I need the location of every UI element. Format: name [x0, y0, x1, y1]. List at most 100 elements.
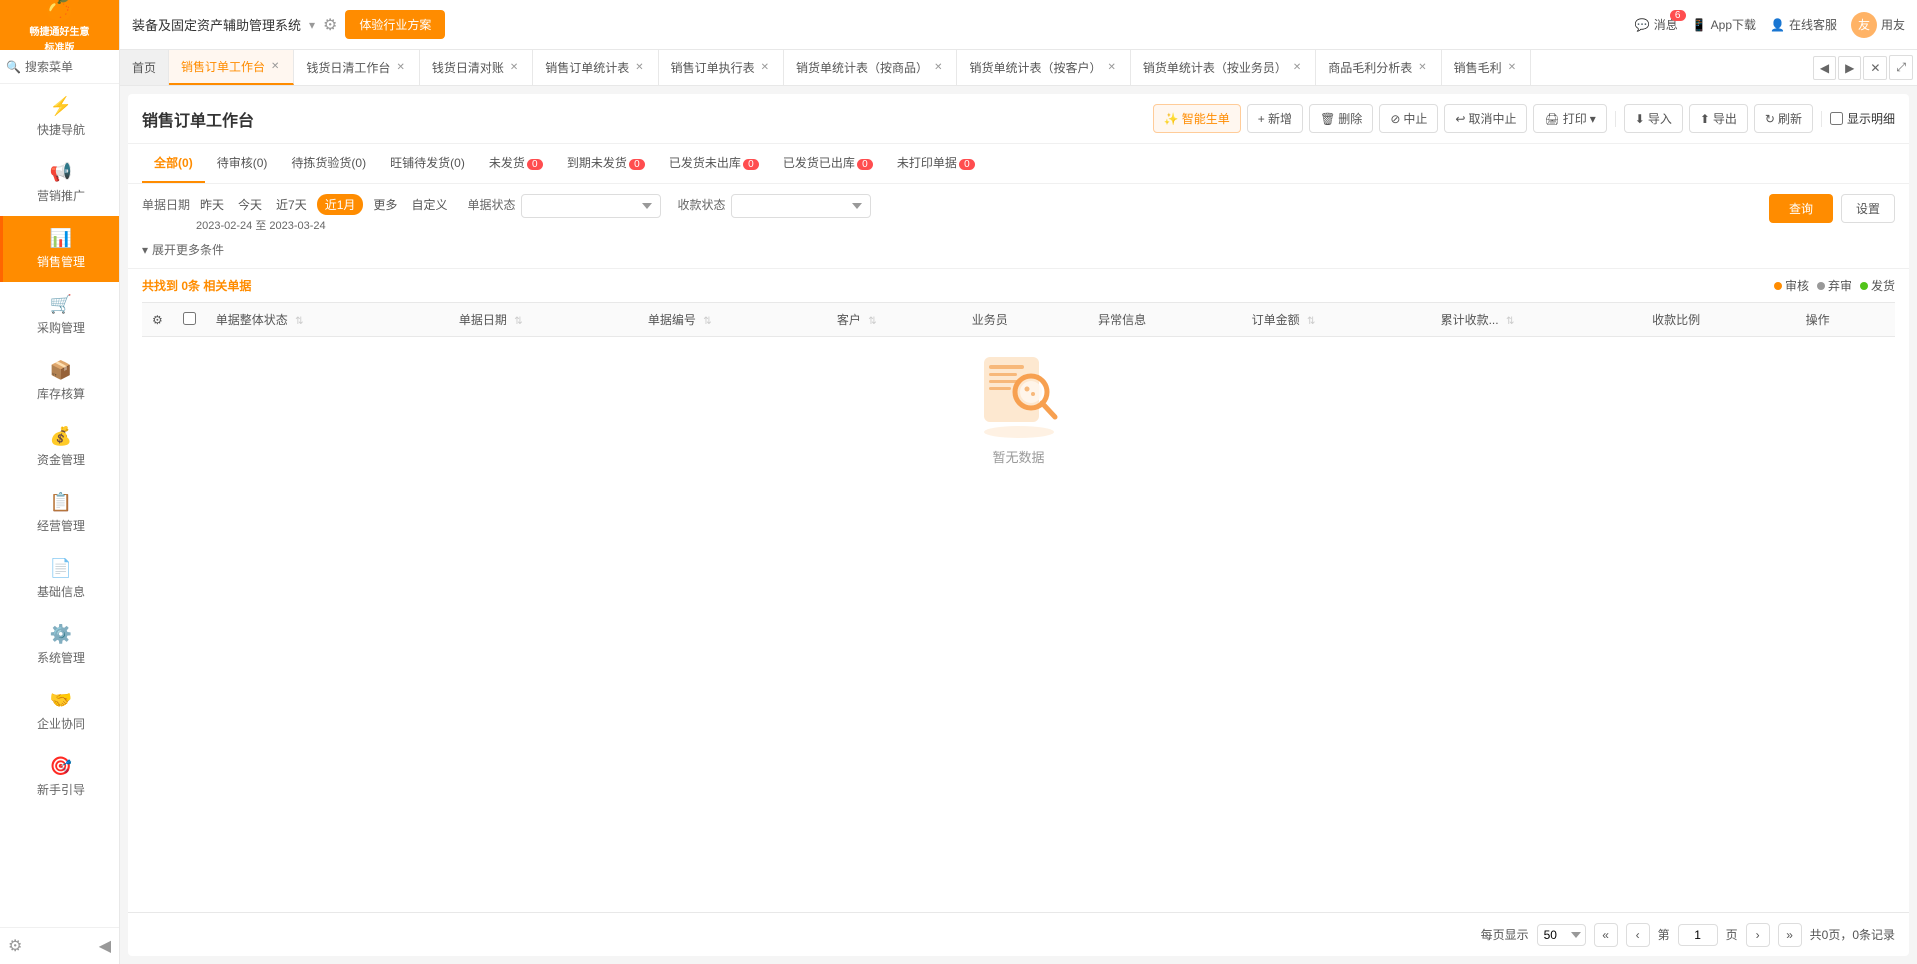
tab-sales-order-stats[interactable]: 销售订单统计表 ✕ — [533, 50, 658, 85]
tab-product-margin-close[interactable]: ✕ — [1416, 61, 1428, 74]
header-expand-icon[interactable]: ▾ — [309, 18, 315, 32]
subtab-pending-inspect[interactable]: 待拣货验货(0) — [279, 144, 378, 183]
message-btn[interactable]: 💬 消息 6 — [1635, 16, 1678, 33]
delete-btn[interactable]: 🗑 删除 — [1309, 104, 1373, 133]
prev-page-btn[interactable]: ‹ — [1626, 923, 1650, 947]
table-info-count: 0条 — [181, 279, 200, 293]
sidebar-item-cooperation[interactable]: 🤝 企业协同 — [0, 678, 119, 744]
sidebar-item-operations[interactable]: 📋 经营管理 — [0, 480, 119, 546]
th-settings[interactable]: ⚙ — [142, 303, 173, 337]
export-btn[interactable]: ⬆ 导出 — [1689, 104, 1748, 133]
tab-sales-order-stats-close[interactable]: ✕ — [633, 61, 645, 74]
industry-btn[interactable]: 体验行业方案 — [345, 10, 445, 39]
header-settings-icon[interactable]: ⚙ — [323, 15, 337, 35]
tab-sales-stats-customer-close[interactable]: ✕ — [1105, 61, 1117, 74]
th-status[interactable]: 单据整体状态 ⇅ — [206, 303, 449, 337]
filter-opt-today[interactable]: 今天 — [234, 194, 266, 215]
sidebar-collapse-btn[interactable]: ◀ — [99, 936, 111, 956]
filter-opt-1month[interactable]: 近1月 — [317, 194, 364, 215]
first-page-btn[interactable]: « — [1594, 923, 1618, 947]
column-settings-icon[interactable]: ⚙ — [152, 313, 163, 327]
sidebar-settings-btn[interactable]: ⚙ — [8, 936, 22, 956]
subtab-shipped-wh[interactable]: 已发货已出库0 — [771, 144, 885, 183]
tab-sales-order-workbench-close[interactable]: ✕ — [269, 60, 281, 73]
smart-gen-btn[interactable]: ✨ 智能生单 — [1153, 104, 1241, 133]
table-scroll[interactable]: ⚙ 单据整体状态 ⇅ — [142, 302, 1895, 912]
page-size-select[interactable]: 10 20 50 100 — [1537, 924, 1586, 946]
subtab-pending-review[interactable]: 待审核(0) — [205, 144, 280, 183]
sidebar-item-purchase[interactable]: 🛒 采购管理 — [0, 282, 119, 348]
th-amount[interactable]: 订单金额 ⇅ — [1242, 303, 1431, 337]
sidebar-item-marketing[interactable]: 📢 营销推广 — [0, 150, 119, 216]
tab-cash-daily-close[interactable]: ✕ — [394, 61, 406, 74]
set-btn[interactable]: 设置 — [1841, 194, 1895, 223]
sidebar-item-inventory[interactable]: 📦 库存核算 — [0, 348, 119, 414]
tab-home[interactable]: 首页 — [120, 50, 169, 85]
sidebar-item-basicinfo[interactable]: 📄 基础信息 — [0, 546, 119, 612]
filter-expand-btn[interactable]: ▾ 展开更多条件 — [142, 241, 224, 258]
subtab-wangpu[interactable]: 旺铺待发货(0) — [378, 144, 477, 183]
tab-cash-daily[interactable]: 钱货日清工作台 ✕ — [294, 50, 419, 85]
sidebar-search-btn[interactable]: 🔍 搜索菜单 — [0, 50, 119, 84]
tab-sales-stats-customer[interactable]: 销货单统计表（按客户） ✕ — [957, 50, 1130, 85]
tab-sales-gross[interactable]: 销售毛利 ✕ — [1442, 50, 1531, 85]
query-btn[interactable]: 查询 — [1769, 194, 1833, 223]
ship-action-btn[interactable]: 发货 — [1860, 277, 1895, 294]
subtab-not-shipped[interactable]: 未发货0 — [477, 144, 555, 183]
filter-status-select[interactable] — [521, 194, 661, 218]
tab-sales-stats-product[interactable]: 销货单统计表（按商品） ✕ — [784, 50, 957, 85]
tab-nav-prev[interactable]: ◀ — [1813, 56, 1836, 80]
tab-sales-order-exec[interactable]: 销售订单执行表 ✕ — [659, 50, 784, 85]
new-btn[interactable]: + 新增 — [1247, 104, 1303, 133]
user-area[interactable]: 友 用友 — [1851, 12, 1905, 38]
tab-sales-gross-close[interactable]: ✕ — [1506, 61, 1518, 74]
print-btn[interactable]: 🖨 打印 ▾ — [1533, 104, 1606, 133]
subtab-all[interactable]: 全部(0) — [142, 144, 205, 183]
tab-sales-order-exec-close[interactable]: ✕ — [759, 61, 771, 74]
subtab-overdue-not-shipped[interactable]: 到期未发货0 — [555, 144, 657, 183]
sidebar-item-sales[interactable]: 📊 销售管理 — [0, 216, 119, 282]
th-number[interactable]: 单据编号 ⇅ — [638, 303, 827, 337]
tab-expand[interactable]: ⤢ — [1889, 55, 1913, 80]
tab-sales-stats-staff[interactable]: 销货单统计表（按业务员） ✕ — [1131, 50, 1316, 85]
sidebar-item-system[interactable]: ⚙️ 系统管理 — [0, 612, 119, 678]
sidebar-item-guide[interactable]: 🎯 新手引导 — [0, 744, 119, 810]
th-date[interactable]: 单据日期 ⇅ — [449, 303, 638, 337]
tab-close-all[interactable]: ✕ — [1863, 56, 1887, 80]
import-btn[interactable]: ⬇ 导入 — [1624, 104, 1683, 133]
th-collected[interactable]: 累计收款... ⇅ — [1431, 303, 1643, 337]
tab-cash-reconcile[interactable]: 钱货日清对账 ✕ — [420, 50, 533, 85]
filter-payment-select[interactable] — [731, 194, 871, 218]
cancel-stop-btn[interactable]: ↩ 取消中止 — [1444, 104, 1527, 133]
tab-sales-stats-product-close[interactable]: ✕ — [932, 61, 944, 74]
show-detail-checkbox[interactable] — [1830, 112, 1843, 125]
select-all-checkbox[interactable] — [183, 312, 196, 325]
tab-product-margin[interactable]: 商品毛利分析表 ✕ — [1316, 50, 1441, 85]
online-service-btn[interactable]: 👤 在线客服 — [1770, 16, 1837, 33]
filter-opt-7days[interactable]: 近7天 — [272, 194, 311, 215]
last-page-btn[interactable]: » — [1778, 923, 1802, 947]
tab-sales-order-workbench[interactable]: 销售订单工作台 ✕ — [169, 50, 294, 85]
next-page-btn[interactable]: › — [1746, 923, 1770, 947]
refresh-btn[interactable]: ↻ 刷新 — [1754, 104, 1813, 133]
filter-opt-more[interactable]: 更多 — [369, 194, 401, 215]
show-detail-toggle[interactable]: 显示明细 — [1830, 110, 1895, 127]
th-abnormal[interactable]: 异常信息 — [1088, 303, 1241, 337]
page-input[interactable] — [1678, 924, 1718, 946]
sidebar-item-finance[interactable]: 💰 资金管理 — [0, 414, 119, 480]
sidebar-item-quicknav[interactable]: ⚡ 快捷导航 — [0, 84, 119, 150]
filter-opt-yesterday[interactable]: 昨天 — [196, 194, 228, 215]
th-customer[interactable]: 客户 ⇅ — [827, 303, 962, 337]
review-action-btn[interactable]: 审核 — [1774, 277, 1809, 294]
cancel-review-action-btn[interactable]: 弃审 — [1817, 277, 1852, 294]
tab-sales-stats-staff-close[interactable]: ✕ — [1291, 61, 1303, 74]
tab-cash-reconcile-close[interactable]: ✕ — [508, 61, 520, 74]
filter-opt-custom[interactable]: 自定义 — [407, 194, 451, 215]
subtab-shipped-not-wh[interactable]: 已发货未出库0 — [657, 144, 771, 183]
app-download-btn[interactable]: 📱 App下载 — [1692, 16, 1756, 33]
tab-nav-next[interactable]: ▶ — [1838, 56, 1861, 80]
subtab-not-printed[interactable]: 未打印单据0 — [885, 144, 987, 183]
th-staff[interactable]: 业务员 — [962, 303, 1088, 337]
stop-btn[interactable]: ⊘ 中止 — [1379, 104, 1438, 133]
finance-icon: 💰 — [50, 426, 72, 447]
